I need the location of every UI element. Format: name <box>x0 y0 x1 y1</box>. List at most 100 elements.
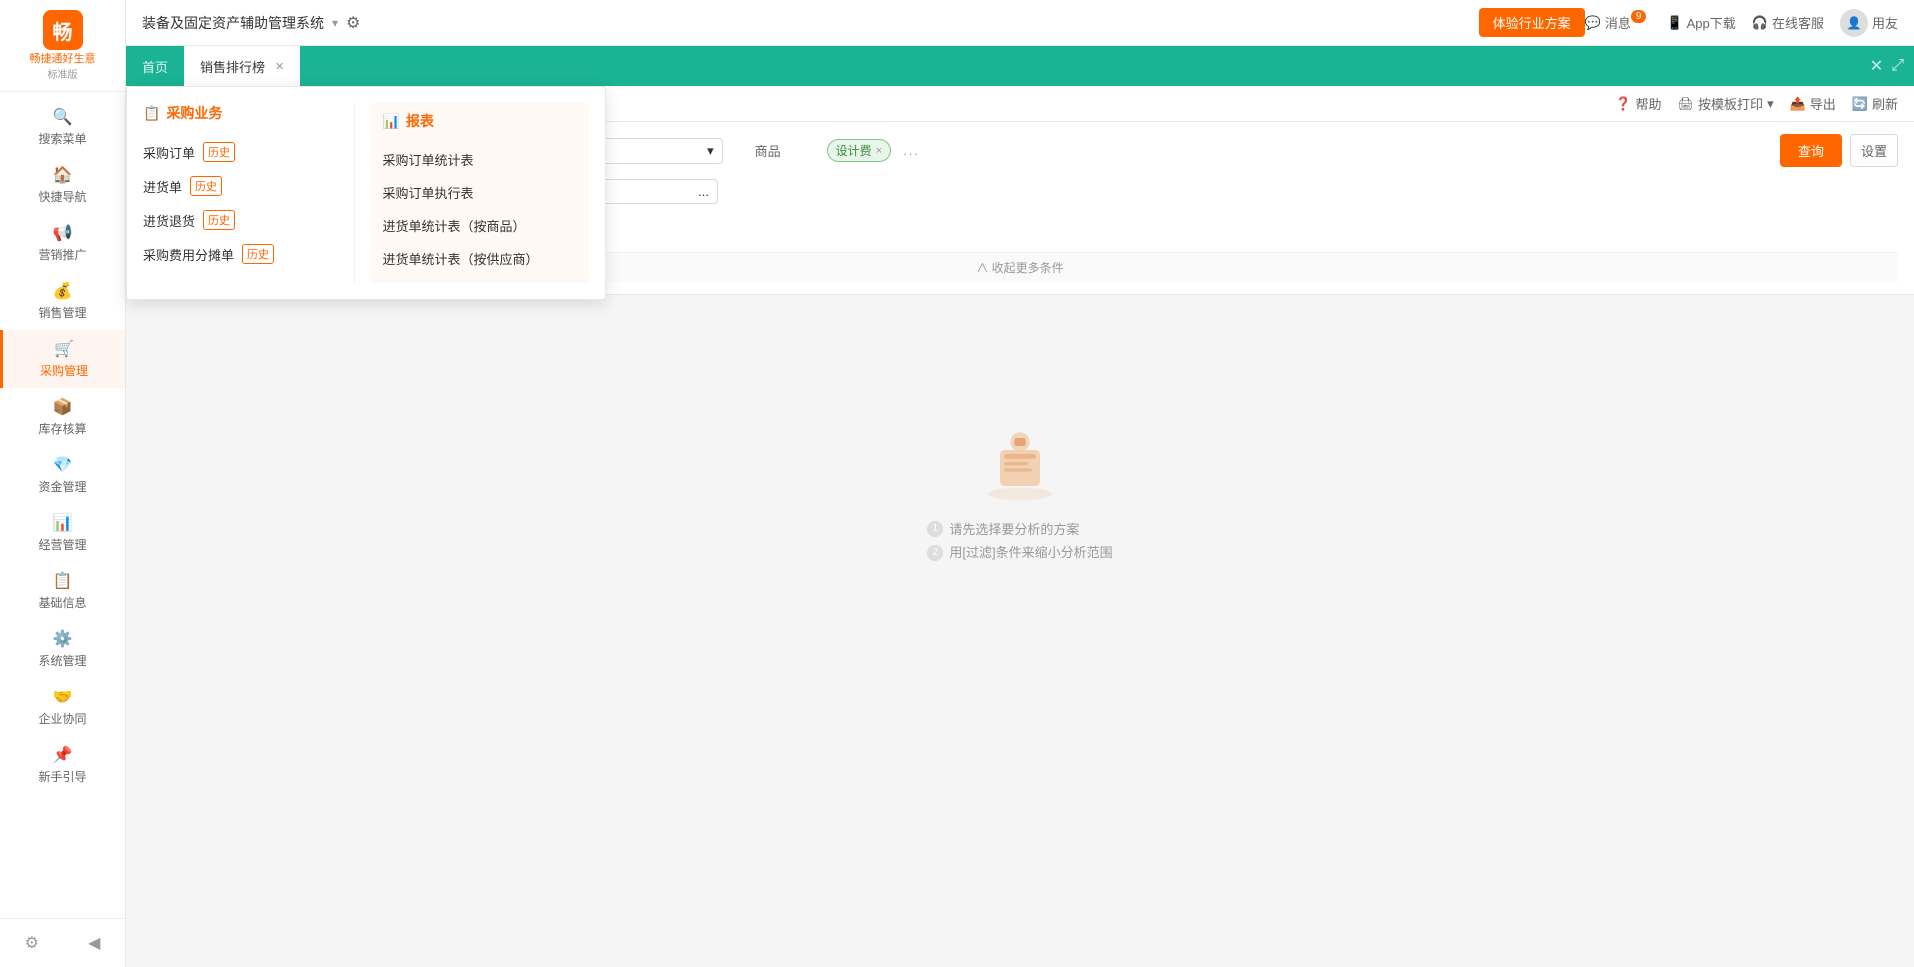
basic-icon: 📋 <box>53 571 73 591</box>
sidebar-item-label: 库存核算 <box>38 420 86 437</box>
dropdown-item-order-exec[interactable]: 采购订单执行表 <box>383 176 578 209</box>
sidebar-collapse-btn[interactable]: ◀ <box>84 929 104 957</box>
sidebar-item-quick-nav[interactable]: 🏠 快捷导航 <box>0 156 125 214</box>
sys-name: 装备及固定资产辅助管理系统 <box>142 13 324 33</box>
tab-sales-rank-label: 销售排行榜 <box>200 57 265 76</box>
sidebar-item-search[interactable]: 🔍 搜索菜单 <box>0 98 125 156</box>
sidebar-settings-btn[interactable]: ⚙ <box>21 929 43 957</box>
goods-tag-close-icon[interactable]: × <box>876 145 882 157</box>
select-arrow-icon: ▾ <box>707 143 714 159</box>
logo-icon: 畅 <box>43 10 83 50</box>
help-icon: ❓ <box>1615 96 1631 112</box>
tabs-close-icon[interactable]: ✕ <box>1870 56 1883 76</box>
sidebar-item-finance[interactable]: 💎 资金管理 <box>0 446 125 504</box>
help-btn[interactable]: ❓ 帮助 <box>1615 94 1661 113</box>
purchase-order-history-badge: 历史 <box>203 142 235 162</box>
sidebar-bottom: ⚙ ◀ <box>0 918 125 967</box>
goods-tag: 设计费 × <box>827 139 891 162</box>
user-btn[interactable]: 👤 用友 <box>1840 9 1898 37</box>
message-badge: 9 <box>1631 10 1647 23</box>
dropdown-item-return[interactable]: 进货退货 历史 <box>143 203 338 237</box>
dropdown-item-incoming[interactable]: 进货单 历史 <box>143 169 338 203</box>
trial-button[interactable]: 体验行业方案 <box>1479 8 1585 37</box>
tabs-bar-right: ✕ ⤢ <box>1870 56 1914 76</box>
sidebar-item-label: 营销推广 <box>38 246 86 263</box>
empty-tip-2: 2 用[过滤]条件来缩小分析范围 <box>927 541 1112 564</box>
tabs-expand-icon[interactable]: ⤢ <box>1891 57 1904 75</box>
sidebar-item-coop[interactable]: 🤝 企业协同 <box>0 678 125 736</box>
sidebar-menu: 🔍 搜索菜单 🏠 快捷导航 📢 营销推广 💰 销售管理 🛒 采购管理 📦 库存核… <box>0 92 125 918</box>
purchase-col-icon: 📋 <box>143 105 160 122</box>
sidebar-item-basic[interactable]: 📋 基础信息 <box>0 562 125 620</box>
main-area: 装备及固定资产辅助管理系统 ▾ ⚙ 体验行业方案 💬 消息 9 📱 App下载 … <box>126 0 1914 967</box>
sidebar-item-label: 快捷导航 <box>38 188 86 205</box>
purchase-order-label: 采购订单 <box>143 143 195 162</box>
query-button[interactable]: 查询 <box>1780 134 1842 167</box>
sidebar-item-system[interactable]: ⚙️ 系统管理 <box>0 620 125 678</box>
return-label: 进货退货 <box>143 211 195 230</box>
expense-label: 采购费用分摊单 <box>143 245 234 264</box>
dropdown-purchase-title: 📋 采购业务 <box>143 103 338 123</box>
tab-home[interactable]: 首页 <box>126 46 184 86</box>
return-history-badge: 历史 <box>203 210 235 230</box>
sales-icon: 💰 <box>53 281 73 301</box>
guide-icon: 📌 <box>53 745 73 765</box>
goods-more-icon[interactable]: ... <box>903 143 920 158</box>
sidebar-item-operation[interactable]: 📊 经营管理 <box>0 504 125 562</box>
dropdown-item-incoming-by-goods[interactable]: 进货单统计表（按商品） <box>383 209 578 242</box>
dropdown-item-incoming-by-supplier[interactable]: 进货单统计表（按供应商） <box>383 242 578 275</box>
refresh-btn[interactable]: 🔄 刷新 <box>1852 94 1898 113</box>
export-btn[interactable]: 📤 导出 <box>1790 94 1836 113</box>
incoming-label: 进货单 <box>143 177 182 196</box>
sidebar-item-sales[interactable]: 💰 销售管理 <box>0 272 125 330</box>
logo-badge: 标准版 <box>48 66 78 81</box>
system-icon: ⚙️ <box>53 629 73 649</box>
dropdown-item-expense[interactable]: 采购费用分摊单 历史 <box>143 237 338 271</box>
goods-tag-text: 设计费 <box>836 142 872 159</box>
sidebar-item-label: 系统管理 <box>38 652 86 669</box>
sidebar-item-purchase[interactable]: 🛒 采购管理 <box>0 330 125 388</box>
dropdown-report-col: 📊 报表 采购订单统计表 采购订单执行表 进货单统计表（按商品） 进货单统计表（… <box>371 103 590 283</box>
print-template-btn[interactable]: 🖨 按模板打印 ▾ <box>1678 94 1774 113</box>
dropdown-purchase-col: 📋 采购业务 采购订单 历史 进货单 历史 进货退货 历史 采购费用分摊单 <box>143 103 338 283</box>
empty-state: 1 请先选择要分析的方案 2 用[过滤]条件来缩小分析范围 <box>126 295 1914 695</box>
inventory-icon: 📦 <box>53 397 73 417</box>
topbar-settings-icon[interactable]: ⚙ <box>346 13 360 33</box>
sidebar-item-marketing[interactable]: 📢 营销推广 <box>0 214 125 272</box>
dropdown-item-purchase-order[interactable]: 采购订单 历史 <box>143 135 338 169</box>
sidebar-item-label: 采购管理 <box>40 362 88 379</box>
marketing-icon: 📢 <box>53 223 73 243</box>
dropdown-report-title: 📊 报表 <box>383 111 578 131</box>
sidebar-item-label: 搜索菜单 <box>38 130 86 147</box>
report-col-icon: 📊 <box>383 113 400 130</box>
dropdown-arrow-icon[interactable]: ▾ <box>332 16 338 30</box>
empty-illustration <box>970 426 1070 506</box>
export-icon: 📤 <box>1790 96 1806 112</box>
coop-icon: 🤝 <box>53 687 73 707</box>
purchase-icon: 🛒 <box>54 339 74 359</box>
sidebar-item-label: 经营管理 <box>38 536 86 553</box>
online-service-btn[interactable]: 🎧 在线客服 <box>1752 13 1824 32</box>
sidebar-item-guide[interactable]: 📌 新手引导 <box>0 736 125 794</box>
sidebar-item-label: 新手引导 <box>38 768 86 785</box>
settings-button[interactable]: 设置 <box>1850 134 1898 167</box>
sidebar-item-inventory[interactable]: 📦 库存核算 <box>0 388 125 446</box>
salesman-select-arrow-icon: ... <box>698 184 709 199</box>
tab-home-label: 首页 <box>142 57 168 76</box>
incoming-history-badge: 历史 <box>190 176 222 196</box>
app-download-btn[interactable]: 📱 App下载 <box>1666 13 1735 32</box>
collapse-text: 收起更多条件 <box>992 261 1064 275</box>
print-dropdown-icon: ▾ <box>1767 96 1774 112</box>
tab-close-icon[interactable]: ✕ <box>275 60 284 73</box>
content-area: ❓ 帮助 🖨 按模板打印 ▾ 📤 导出 🔄 刷新 日期 <box>126 86 1914 967</box>
dropdown-divider <box>354 103 355 283</box>
empty-tips: 1 请先选择要分析的方案 2 用[过滤]条件来缩小分析范围 <box>927 518 1112 565</box>
search-icon: 🔍 <box>53 107 73 127</box>
tab-sales-rank[interactable]: 销售排行榜 ✕ <box>184 46 300 86</box>
empty-tip-1: 1 请先选择要分析的方案 <box>927 518 1112 541</box>
refresh-icon: 🔄 <box>1852 96 1868 112</box>
messages-btn[interactable]: 💬 消息 9 <box>1585 13 1651 32</box>
dropdown-item-order-stats[interactable]: 采购订单统计表 <box>383 143 578 176</box>
sidebar-item-label: 基础信息 <box>38 594 86 611</box>
sidebar-item-label: 资金管理 <box>38 478 86 495</box>
